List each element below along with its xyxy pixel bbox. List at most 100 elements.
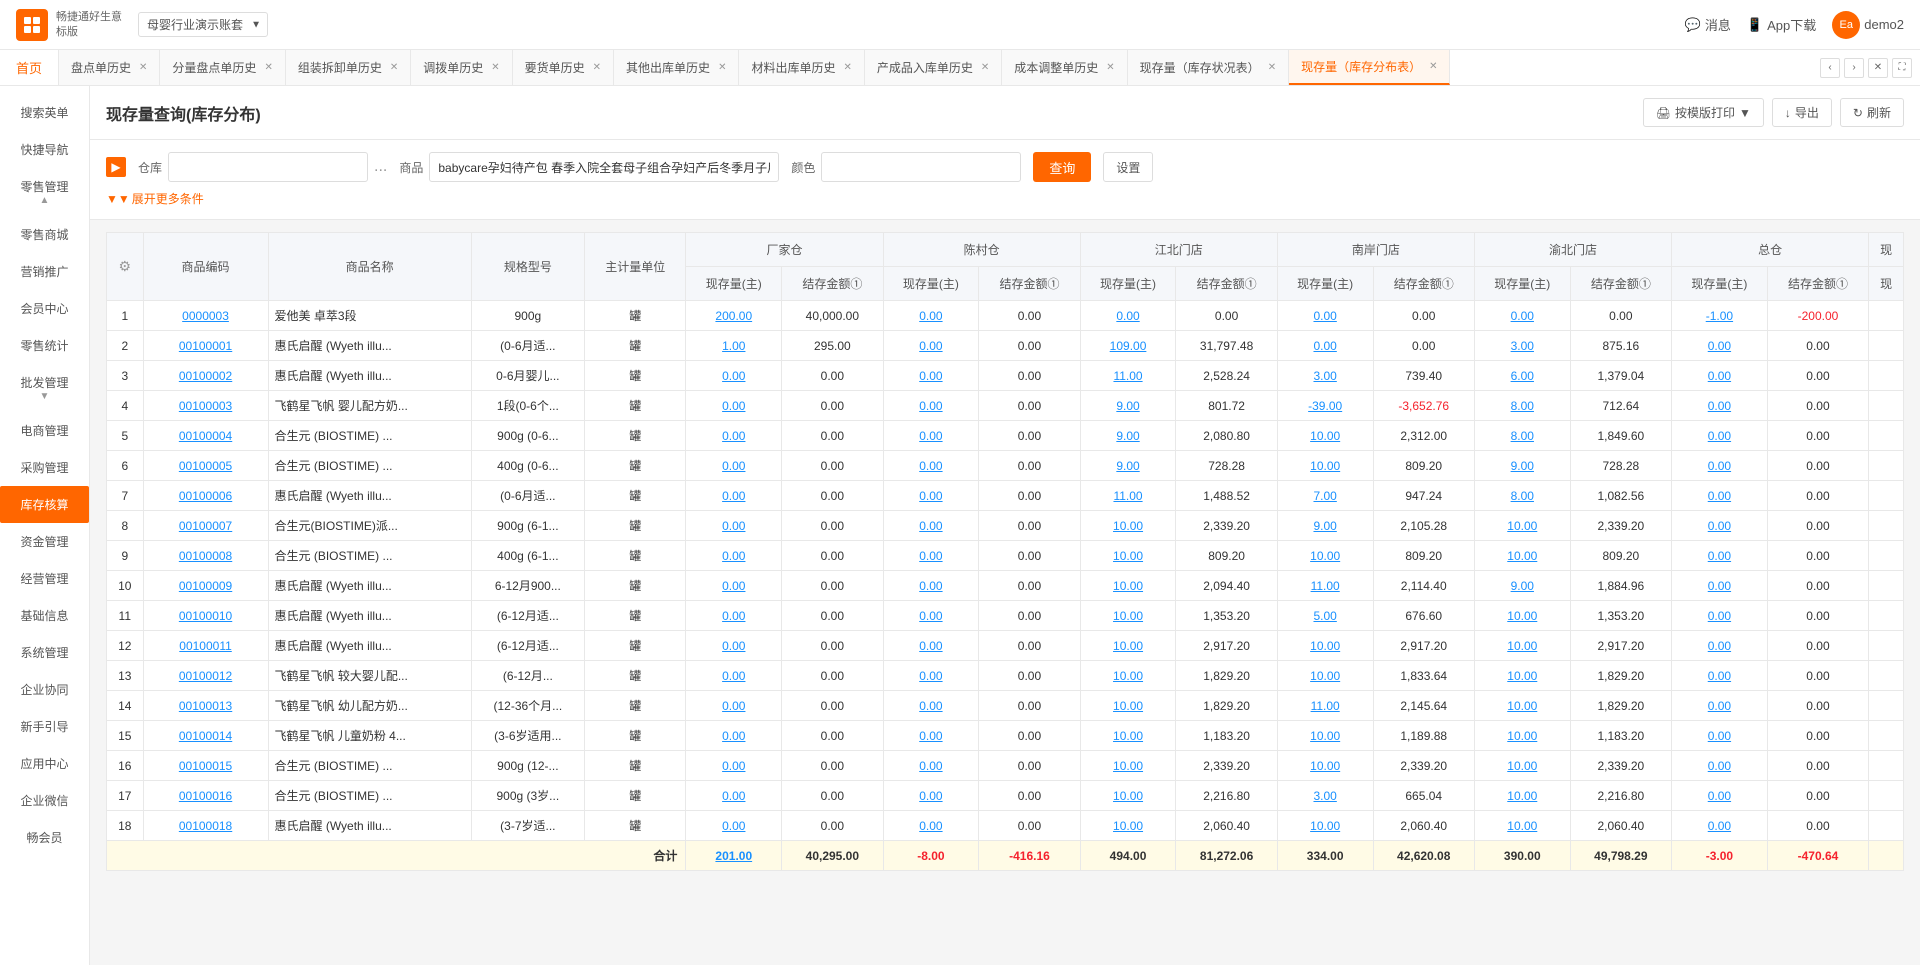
sidebar-item-basic[interactable]: 基础信息 — [0, 597, 89, 634]
sidebar-item-retail-mall[interactable]: 零售商城 — [0, 216, 89, 253]
row-jbmd-qty: 10.00 — [1080, 691, 1176, 721]
row-cjc-amt: 0.00 — [782, 391, 883, 421]
total-row: 合计 201.00 40,295.00 -8.00 -416.16 494.00… — [107, 841, 1904, 871]
settings-icon[interactable]: ⚙ — [119, 258, 132, 274]
row-idx: 5 — [107, 421, 144, 451]
row-cjc-qty: 0.00 — [686, 691, 782, 721]
tab-close-2[interactable]: ✕ — [264, 62, 272, 73]
warehouse-input[interactable] — [168, 152, 368, 182]
tab-4[interactable]: 调拨单历史✕ — [411, 50, 512, 85]
tab-6[interactable]: 其他出库单历史✕ — [614, 50, 739, 85]
tab-3[interactable]: 组装拆卸单历史✕ — [286, 50, 411, 85]
expand-more-btn[interactable]: ▼▼ 展开更多条件 — [106, 190, 1904, 207]
sidebar-item-apps[interactable]: 应用中心 — [0, 745, 89, 782]
row-idx: 11 — [107, 601, 144, 631]
sidebar-item-ops[interactable]: 经营管理 — [0, 560, 89, 597]
tab-close-8[interactable]: ✕ — [981, 62, 989, 73]
refresh-btn[interactable]: ↻ 刷新 — [1840, 98, 1904, 127]
sidebar-item-search[interactable]: 搜索英单 — [0, 94, 89, 131]
row-name: 合生元 (BIOSTIME) ... — [268, 751, 471, 781]
tab-close-4[interactable]: ✕ — [491, 62, 499, 73]
row-idx: 9 — [107, 541, 144, 571]
row-cjc-amt: 0.00 — [782, 481, 883, 511]
sidebar-item-wholesale[interactable]: 批发管理▼ — [0, 364, 89, 412]
row-name: 惠氏启醒 (Wyeth illu... — [268, 331, 471, 361]
goods-input[interactable] — [429, 152, 779, 182]
row-unit: 罐 — [585, 601, 686, 631]
query-btn[interactable]: 查询 — [1033, 152, 1091, 182]
row-unit: 罐 — [585, 631, 686, 661]
tab-1[interactable]: 盘点单历史✕ — [59, 50, 160, 85]
row-ccc-amt: 0.00 — [979, 661, 1080, 691]
row-namd-qty: 0.00 — [1277, 301, 1373, 331]
col-settings-header[interactable]: ⚙ — [107, 233, 144, 301]
row-ybmd-amt: 1,829.20 — [1570, 661, 1671, 691]
row-cjc-qty: 0.00 — [686, 391, 782, 421]
expand-toggle-btn[interactable]: ▶ — [106, 157, 126, 177]
tab-7[interactable]: 材料出库单历史✕ — [739, 50, 864, 85]
print-icon: 🖨 — [1656, 106, 1671, 120]
tab-11[interactable]: 现存量（库存分布表）✕ — [1289, 50, 1450, 85]
app-download-btn[interactable]: 📱 App下载 — [1747, 15, 1816, 34]
row-zc-qty: 0.00 — [1672, 691, 1768, 721]
settings-btn[interactable]: 设置 — [1103, 152, 1153, 182]
col-name-header: 商品名称 — [268, 233, 471, 301]
row-namd-amt: 809.20 — [1373, 451, 1474, 481]
tab-close-all-btn[interactable]: ✕ — [1868, 58, 1888, 78]
tab-close-11[interactable]: ✕ — [1429, 61, 1437, 72]
tab-close-6[interactable]: ✕ — [718, 62, 726, 73]
color-input[interactable] — [821, 152, 1021, 182]
tab-8[interactable]: 产成品入库单历史✕ — [865, 50, 1002, 85]
sidebar-item-system[interactable]: 系统管理 — [0, 634, 89, 671]
warehouse-dots[interactable]: ... — [374, 158, 387, 176]
tab-close-9[interactable]: ✕ — [1106, 62, 1114, 73]
row-zc-qty: 0.00 — [1672, 751, 1768, 781]
user-menu[interactable]: Ea demo2 — [1832, 11, 1904, 39]
sidebar-item-nav[interactable]: 快捷导航 — [0, 131, 89, 168]
tab-close-10[interactable]: ✕ — [1268, 62, 1276, 73]
account-dropdown[interactable]: 母婴行业演示账套 ▼ — [138, 12, 268, 37]
tab-prev-btn[interactable]: ‹ — [1820, 58, 1840, 78]
total-cjc-qty: 201.00 — [686, 841, 782, 871]
message-btn[interactable]: 💬 消息 — [1685, 15, 1731, 34]
print-btn[interactable]: 🖨 按模版打印 ▼ — [1643, 98, 1764, 127]
export-btn[interactable]: ↓ 导出 — [1772, 98, 1832, 127]
sidebar-item-purchase[interactable]: 采购管理 — [0, 449, 89, 486]
row-namd-qty: -39.00 — [1277, 391, 1373, 421]
tab-9[interactable]: 成本调整单历史✕ — [1002, 50, 1127, 85]
sidebar-item-wecom[interactable]: 企业微信 — [0, 782, 89, 819]
sidebar-item-member2[interactable]: 畅会员 — [0, 819, 89, 856]
sidebar-item-collab[interactable]: 企业协同 — [0, 671, 89, 708]
sidebar-item-member[interactable]: 会员中心 — [0, 290, 89, 327]
tab-10[interactable]: 现存量（库存状况表）✕ — [1128, 50, 1289, 85]
row-cjc-qty: 0.00 — [686, 451, 782, 481]
row-zc-amt: 0.00 — [1767, 571, 1868, 601]
row-zc-qty: 0.00 — [1672, 451, 1768, 481]
tab-2[interactable]: 分量盘点单历史✕ — [160, 50, 285, 85]
row-unit: 罐 — [585, 301, 686, 331]
tab-next-btn[interactable]: › — [1844, 58, 1864, 78]
tab-expand-btn[interactable]: ⛶ — [1892, 58, 1912, 78]
tab-home[interactable]: 首页 — [0, 50, 59, 85]
row-jbmd-qty: 10.00 — [1080, 811, 1176, 841]
sidebar-item-ecom[interactable]: 电商管理 — [0, 412, 89, 449]
row-ccc-qty: 0.00 — [883, 361, 979, 391]
tab-close-7[interactable]: ✕ — [843, 62, 851, 73]
tabs-scroll: 盘点单历史✕ 分量盘点单历史✕ 组装拆卸单历史✕ 调拨单历史✕ 要货单历史✕ 其… — [59, 50, 1812, 85]
row-zc-qty: 0.00 — [1672, 331, 1768, 361]
sidebar-item-finance[interactable]: 资金管理 — [0, 523, 89, 560]
sidebar-item-retail-mgmt[interactable]: 零售管理▲ — [0, 168, 89, 216]
row-namd-qty: 10.00 — [1277, 541, 1373, 571]
tab-close-3[interactable]: ✕ — [390, 62, 398, 73]
row-ccc-qty: 0.00 — [883, 571, 979, 601]
row-xian — [1869, 511, 1904, 541]
sidebar-item-inventory[interactable]: 库存核算 — [0, 486, 89, 523]
row-unit: 罐 — [585, 361, 686, 391]
tab-5[interactable]: 要货单历史✕ — [513, 50, 614, 85]
tab-close-5[interactable]: ✕ — [593, 62, 601, 73]
sidebar-item-marketing[interactable]: 营销推广 — [0, 253, 89, 290]
row-ccc-qty: 0.00 — [883, 631, 979, 661]
sidebar-item-guide[interactable]: 新手引导 — [0, 708, 89, 745]
tab-close-1[interactable]: ✕ — [139, 62, 147, 73]
sidebar-item-retail-stat[interactable]: 零售统计 — [0, 327, 89, 364]
